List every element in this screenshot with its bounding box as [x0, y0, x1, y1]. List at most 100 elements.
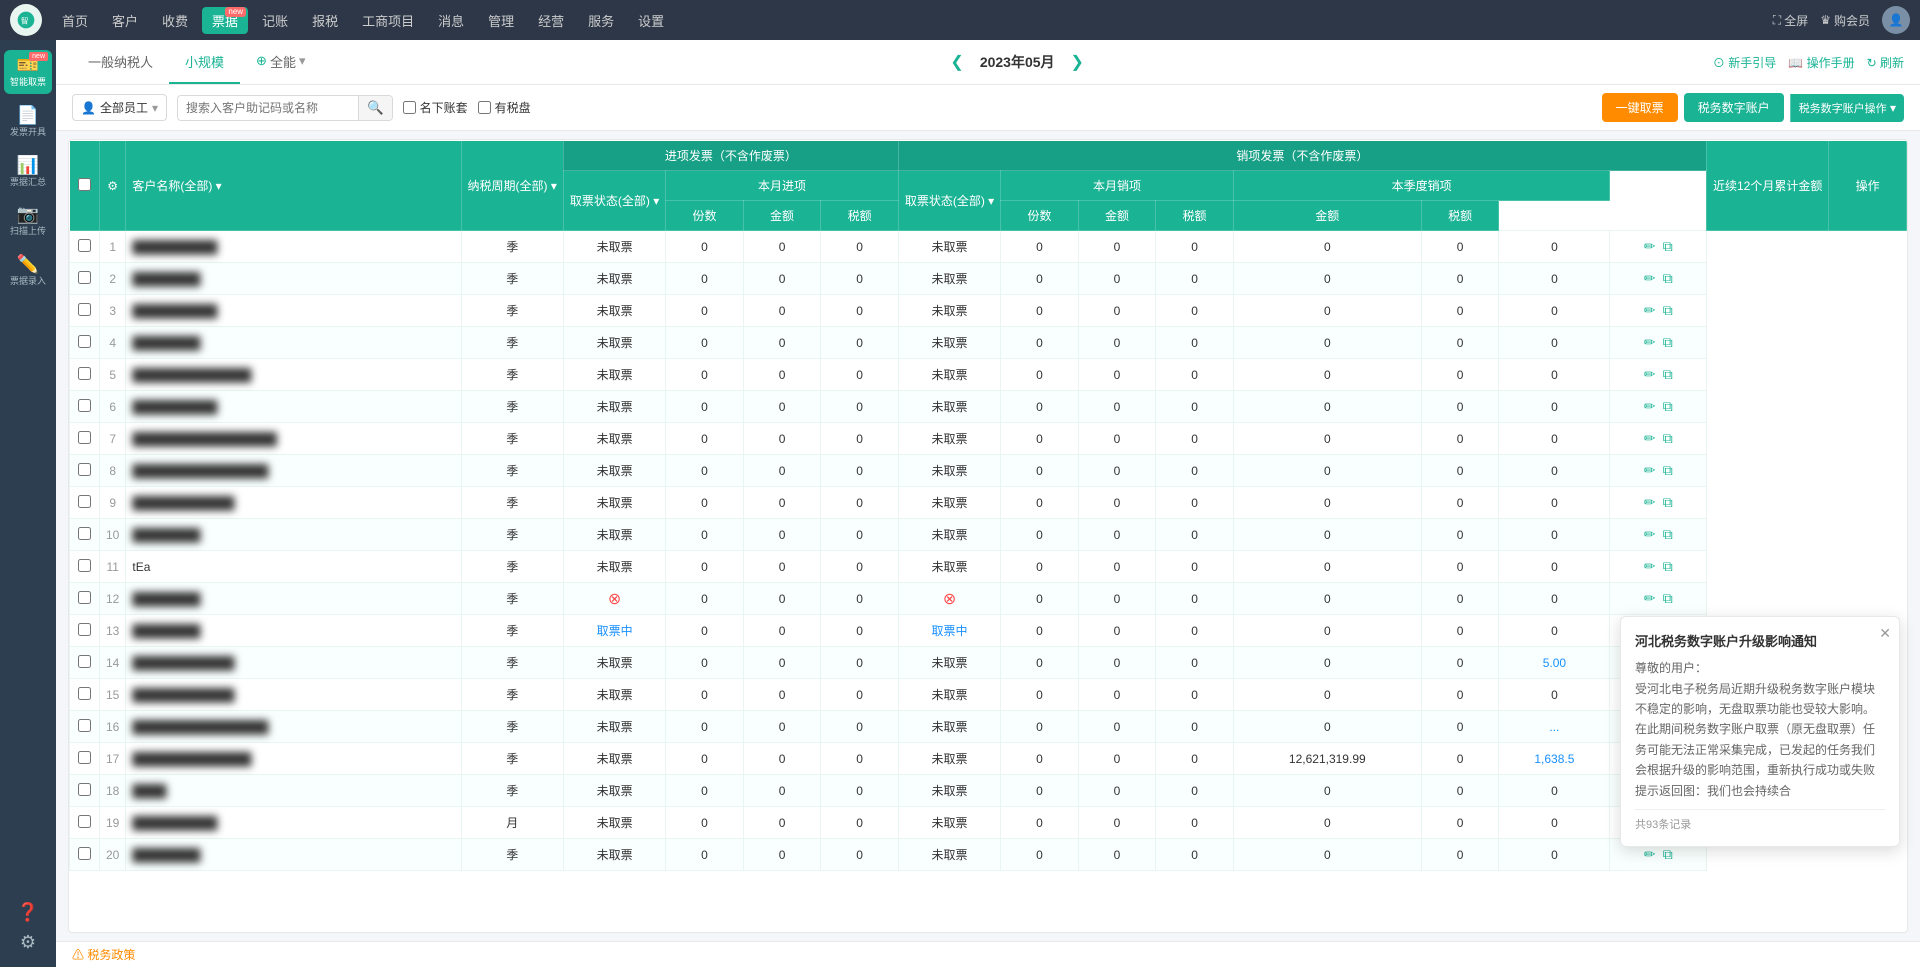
edit-btn[interactable]: ✏ — [1642, 268, 1658, 289]
copy-btn[interactable]: ⧉ — [1661, 844, 1675, 865]
row-checkbox[interactable] — [78, 591, 91, 604]
copy-btn[interactable]: ⧉ — [1661, 492, 1675, 513]
header-period[interactable]: 纳税周期(全部) ▾ — [461, 141, 563, 231]
row-checkbox[interactable] — [78, 751, 91, 764]
row-checkbox[interactable] — [78, 399, 91, 412]
nav-fee[interactable]: 收费 — [152, 7, 198, 34]
row-client-name[interactable]: ██████████ — [126, 391, 461, 423]
nav-operation[interactable]: 经营 — [528, 7, 574, 34]
row-client-name[interactable]: ██████████ — [126, 231, 461, 263]
sidebar-item-ticket-summary[interactable]: 📊 票据汇总 — [4, 150, 52, 194]
row-client-name[interactable]: ██████████ — [126, 807, 461, 839]
row-client-name[interactable]: ████████ — [126, 519, 461, 551]
edit-btn[interactable]: ✏ — [1642, 300, 1658, 321]
row-client-name[interactable]: █████████████████ — [126, 423, 461, 455]
notification-close-btn[interactable]: ✕ — [1879, 625, 1891, 642]
header-in-ticket-status[interactable]: 取票状态(全部) ▾ — [563, 171, 665, 231]
header-client-name[interactable]: 客户名称(全部) ▾ — [126, 141, 461, 231]
nav-manage[interactable]: 管理 — [478, 7, 524, 34]
has-tax-disk-checkbox-label[interactable]: 有税盘 — [478, 99, 531, 116]
edit-btn[interactable]: ✏ — [1642, 396, 1658, 417]
edit-btn[interactable]: ✏ — [1642, 364, 1658, 385]
search-button[interactable]: 🔍 — [358, 96, 392, 120]
tax-policy-link[interactable]: ⚠ 税务政策 — [72, 946, 135, 963]
manual-btn[interactable]: 📖 操作手册 — [1788, 54, 1854, 71]
row-checkbox[interactable] — [78, 687, 91, 700]
row-client-name[interactable]: ████████████████ — [126, 711, 461, 743]
row-checkbox[interactable] — [78, 367, 91, 380]
sidebar-item-smart-ticket[interactable]: 🎫 智能取票 new — [4, 50, 52, 94]
edit-btn[interactable]: ✏ — [1642, 492, 1658, 513]
row-checkbox[interactable] — [78, 815, 91, 828]
row-checkbox[interactable] — [78, 655, 91, 668]
copy-btn[interactable]: ⧉ — [1661, 460, 1675, 481]
edit-btn[interactable]: ✏ — [1642, 588, 1658, 609]
row-client-name[interactable]: ████████ — [126, 263, 461, 295]
refresh-btn[interactable]: ↻ 刷新 — [1867, 54, 1904, 71]
tax-digital-account-btn[interactable]: 税务数字账户 — [1684, 93, 1784, 122]
tab-general-taxpayer[interactable]: 一般纳税人 — [72, 40, 169, 84]
row-client-name[interactable]: ████████ — [126, 583, 461, 615]
copy-btn[interactable]: ⧉ — [1661, 588, 1675, 609]
copy-btn[interactable]: ⧉ — [1661, 332, 1675, 353]
row-client-name[interactable]: ██████████ — [126, 295, 461, 327]
row-checkbox[interactable] — [78, 623, 91, 636]
fullscreen-btn[interactable]: ⛶ 全屏 — [1773, 12, 1808, 29]
nav-settings[interactable]: 设置 — [628, 7, 674, 34]
tax-digital-account-dropdown-btn[interactable]: 税务数字账户操作 ▾ — [1790, 94, 1904, 122]
row-client-name[interactable]: ████████ — [126, 839, 461, 871]
has-tax-disk-checkbox[interactable] — [478, 101, 491, 114]
row-checkbox[interactable] — [78, 431, 91, 444]
tab-all[interactable]: ⊕ 全能 ▾ — [240, 40, 321, 84]
header-out-ticket-status[interactable]: 取票状态(全部) ▾ — [898, 171, 1000, 231]
row-client-name[interactable]: ████████████ — [126, 487, 461, 519]
row-checkbox[interactable] — [78, 559, 91, 572]
row-checkbox[interactable] — [78, 495, 91, 508]
edit-btn[interactable]: ✏ — [1642, 844, 1658, 865]
nav-client[interactable]: 客户 — [102, 7, 148, 34]
row-checkbox[interactable] — [78, 783, 91, 796]
my-account-checkbox[interactable] — [403, 101, 416, 114]
edit-btn[interactable]: ✏ — [1642, 428, 1658, 449]
new-guide-btn[interactable]: ⊙ 新手引导 — [1713, 54, 1776, 71]
row-client-name[interactable]: ████████████ — [126, 679, 461, 711]
copy-btn[interactable]: ⧉ — [1661, 428, 1675, 449]
edit-btn[interactable]: ✏ — [1642, 460, 1658, 481]
edit-btn[interactable]: ✏ — [1642, 332, 1658, 353]
nav-tax[interactable]: 报税 — [302, 7, 348, 34]
row-client-name[interactable]: ████████ — [126, 327, 461, 359]
row-client-name[interactable]: ████████ — [126, 615, 461, 647]
row-checkbox[interactable] — [78, 719, 91, 732]
nav-home[interactable]: 首页 — [52, 7, 98, 34]
row-checkbox[interactable] — [78, 239, 91, 252]
copy-btn[interactable]: ⧉ — [1661, 524, 1675, 545]
edit-btn[interactable]: ✏ — [1642, 524, 1658, 545]
row-checkbox[interactable] — [78, 335, 91, 348]
sidebar-item-scan-upload[interactable]: 📷 扫描上传 — [4, 199, 52, 243]
select-all-checkbox[interactable] — [78, 178, 91, 191]
nav-accounting[interactable]: 记账 — [252, 7, 298, 34]
nav-message[interactable]: 消息 — [428, 7, 474, 34]
row-checkbox[interactable] — [78, 463, 91, 476]
copy-btn[interactable]: ⧉ — [1661, 236, 1675, 257]
vip-btn[interactable]: ♛ 购会员 — [1820, 12, 1870, 29]
nav-service[interactable]: 服务 — [578, 7, 624, 34]
sidebar-item-invoice-open[interactable]: 📄 发票开具 — [4, 100, 52, 144]
one-click-ticket-btn[interactable]: 一键取票 — [1602, 93, 1678, 122]
sidebar-item-help[interactable]: ❓ — [4, 897, 52, 927]
employee-filter[interactable]: 👤 全部员工 ▾ — [72, 94, 167, 121]
copy-btn[interactable]: ⧉ — [1661, 396, 1675, 417]
my-account-checkbox-label[interactable]: 名下账套 — [403, 99, 468, 116]
row-client-name[interactable]: tEa — [126, 551, 461, 583]
row-client-name[interactable]: ████ — [126, 775, 461, 807]
sidebar-item-ticket-entry[interactable]: ✏️ 票据录入 — [4, 249, 52, 293]
search-input[interactable] — [178, 97, 358, 119]
copy-btn[interactable]: ⧉ — [1661, 556, 1675, 577]
row-checkbox[interactable] — [78, 271, 91, 284]
date-prev-btn[interactable]: ❮ — [944, 50, 969, 74]
tab-small-scale[interactable]: 小规模 — [169, 40, 240, 84]
row-client-name[interactable]: ████████████████ — [126, 455, 461, 487]
row-client-name[interactable]: ██████████████ — [126, 359, 461, 391]
copy-btn[interactable]: ⧉ — [1661, 300, 1675, 321]
row-client-name[interactable]: ████████████ — [126, 647, 461, 679]
